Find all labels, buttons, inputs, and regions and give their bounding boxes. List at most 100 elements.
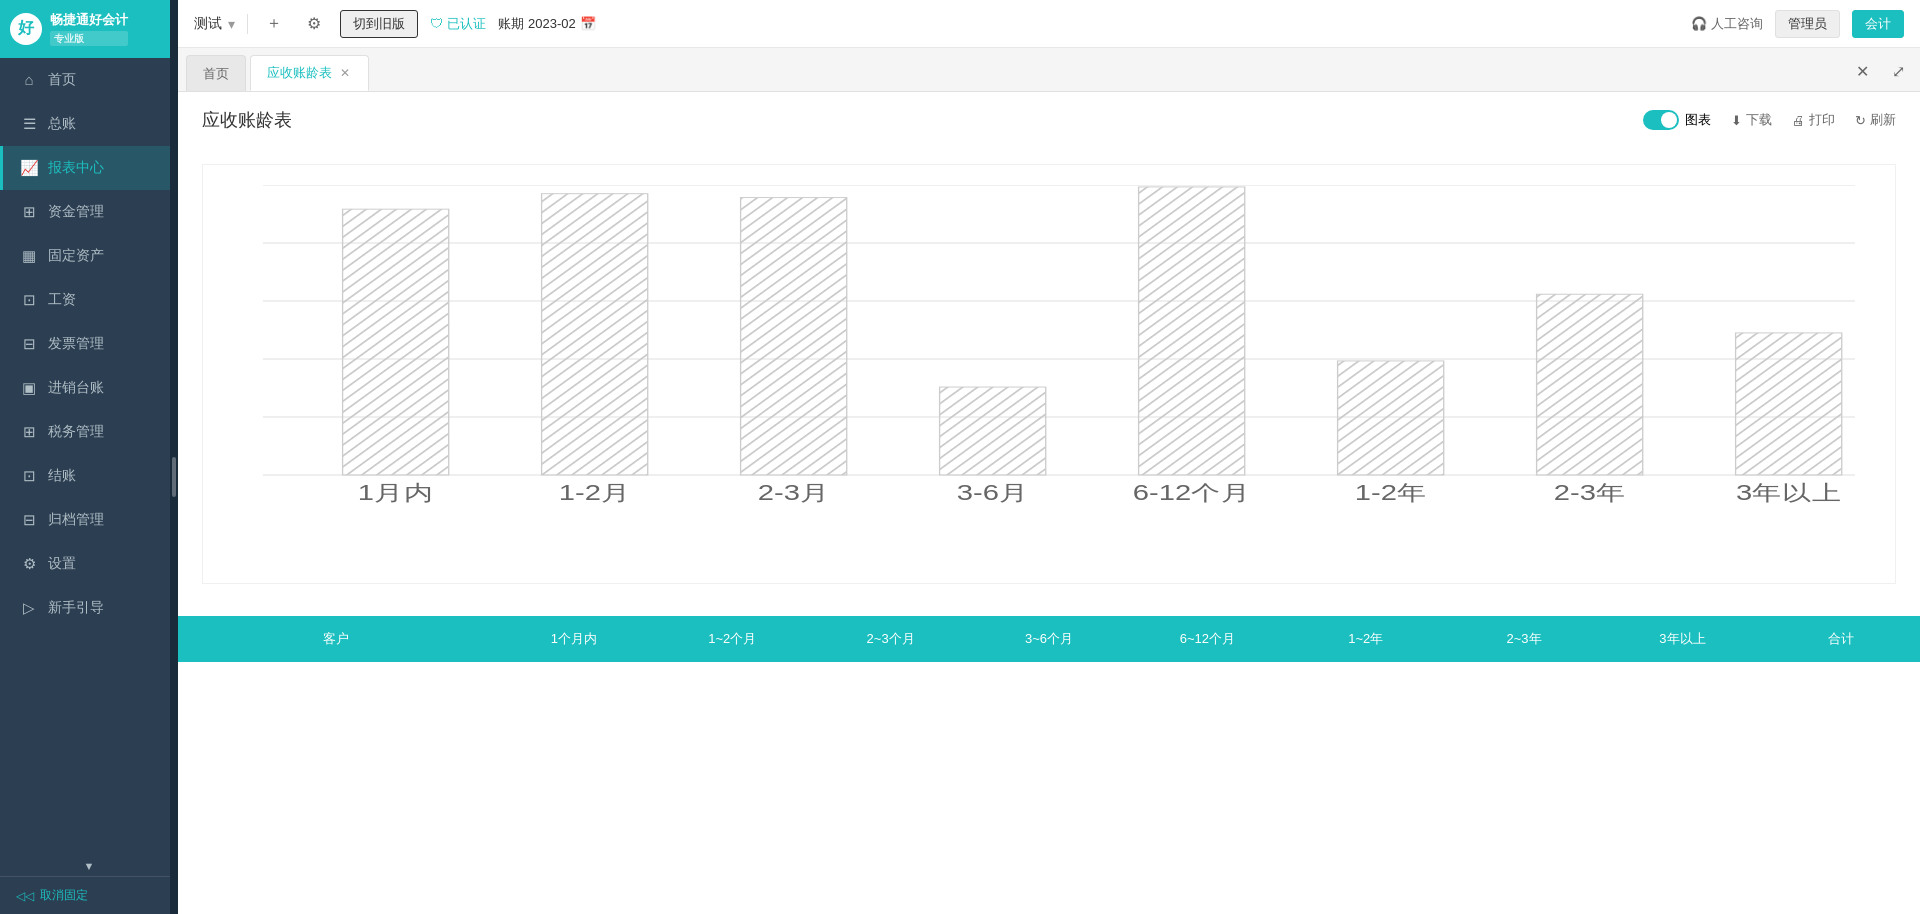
page-content: 应收账龄表 图表 ⬇ 下载 🖨 打印 [178, 92, 1920, 914]
sidebar-item-label: 结账 [48, 467, 76, 485]
sidebar-item-settings[interactable]: ⚙ 设置 [0, 542, 178, 586]
headset-icon: 🎧 [1691, 16, 1707, 31]
logo-name: 畅捷通好会计 [50, 12, 128, 29]
chevron-down-icon: ▾ [228, 16, 235, 32]
close-window-button[interactable]: ✕ [1848, 57, 1876, 85]
period-label: 账期 [498, 15, 524, 33]
toggle-label: 图表 [1685, 111, 1711, 129]
settings-icon: ⚙ [20, 555, 38, 573]
sidebar-item-label: 报表中心 [48, 159, 104, 177]
company-selector[interactable]: 测试 ▾ [194, 15, 235, 33]
print-icon: 🖨 [1792, 113, 1805, 128]
manager-button[interactable]: 管理员 [1775, 10, 1840, 38]
sidebar-item-checkout[interactable]: ⊡ 结账 [0, 454, 178, 498]
cancel-fixed-label: 取消固定 [40, 887, 88, 904]
sidebar-item-label: 税务管理 [48, 423, 104, 441]
sidebar-item-label: 固定资产 [48, 247, 104, 265]
table-header: 客户 1个月内 1~2个月 2~3个月 3~6个月 6~12个月 1~2年 2~… [178, 616, 1920, 662]
chart-area: 0 500 1000 1500 2000 2500 [178, 148, 1920, 608]
th-1month: 1个月内 [495, 616, 653, 662]
page-title: 应收账龄表 [202, 108, 292, 132]
tabbar-right: ✕ ⤢ [1848, 57, 1912, 91]
th-2-3month: 2~3个月 [811, 616, 969, 662]
tab-ar-aging[interactable]: 应收账龄表 ✕ [250, 55, 369, 91]
period-value: 2023-02 [528, 16, 576, 31]
sidebar-item-reports[interactable]: 📈 报表中心 [0, 146, 178, 190]
switch-version-button[interactable]: 切到旧版 [340, 10, 418, 38]
download-label: 下载 [1746, 111, 1772, 129]
main-area: 测试 ▾ ＋ ⚙ 切到旧版 🛡 已认证 账期 2023-02 📅 🎧 人工咨询 … [178, 0, 1920, 914]
sidebar-item-assets[interactable]: ▦ 固定资产 [0, 234, 178, 278]
sidebar-item-ledger[interactable]: ☰ 总账 [0, 102, 178, 146]
sidebar-item-label: 归档管理 [48, 511, 104, 529]
sidebar-item-inventory[interactable]: ▣ 进销台账 [0, 366, 178, 410]
print-button[interactable]: 🖨 打印 [1792, 111, 1835, 129]
service-button[interactable]: 🎧 人工咨询 [1691, 15, 1763, 33]
add-button[interactable]: ＋ [260, 10, 288, 38]
sidebar-item-guide[interactable]: ▷ 新手引导 [0, 586, 178, 630]
cancel-fixed-button[interactable]: ◁◁ 取消固定 [0, 876, 178, 914]
calendar-icon[interactable]: 📅 [580, 16, 596, 31]
guide-icon: ▷ [20, 599, 38, 617]
th-3-6month: 3~6个月 [970, 616, 1128, 662]
sidebar-item-capital[interactable]: ⊞ 资金管理 [0, 190, 178, 234]
sidebar-item-invoices[interactable]: ⊟ 发票管理 [0, 322, 178, 366]
bar-1 [343, 209, 449, 475]
ledger-icon: ☰ [20, 115, 38, 133]
tab-home[interactable]: 首页 [186, 55, 246, 91]
sidebar-item-tax[interactable]: ⊞ 税务管理 [0, 410, 178, 454]
sidebar-scrollbar[interactable] [170, 0, 178, 914]
th-2-3year: 2~3年 [1445, 616, 1603, 662]
svg-text:1-2月: 1-2月 [559, 481, 631, 504]
sidebar-item-label: 资金管理 [48, 203, 104, 221]
bar-5 [1139, 187, 1245, 475]
topbar-divider-1 [247, 14, 248, 34]
settings-gear-icon[interactable]: ⚙ [300, 10, 328, 38]
sidebar-item-label: 总账 [48, 115, 76, 133]
bar-8 [1736, 333, 1842, 475]
sidebar-item-label: 工资 [48, 291, 76, 309]
sidebar-item-home[interactable]: ⌂ 首页 [0, 58, 178, 102]
inventory-icon: ▣ [20, 379, 38, 397]
download-icon: ⬇ [1731, 113, 1742, 128]
th-1-2month: 1~2个月 [653, 616, 811, 662]
print-label: 打印 [1809, 111, 1835, 129]
th-3plus-year: 3年以上 [1603, 616, 1761, 662]
bar-7 [1537, 294, 1643, 475]
sidebar-item-label: 新手引导 [48, 599, 104, 617]
bar-6 [1338, 361, 1444, 475]
chart-toggle[interactable]: 图表 [1643, 110, 1711, 130]
archive-icon: ⊟ [20, 511, 38, 529]
company-name: 测试 [194, 15, 222, 33]
th-6-12month: 6~12个月 [1128, 616, 1286, 662]
bar-chart-svg: 0 500 1000 1500 2000 2500 [263, 185, 1855, 533]
tabbar: 首页 应收账龄表 ✕ ✕ ⤢ [178, 48, 1920, 92]
svg-text:3-6月: 3-6月 [957, 481, 1029, 504]
download-button[interactable]: ⬇ 下载 [1731, 111, 1772, 129]
refresh-label: 刷新 [1870, 111, 1896, 129]
service-label: 人工咨询 [1711, 15, 1763, 33]
sidebar-item-wages[interactable]: ⊡ 工资 [0, 278, 178, 322]
refresh-icon: ↻ [1855, 113, 1866, 128]
expand-button[interactable]: ⤢ [1884, 57, 1912, 85]
tab-home-label: 首页 [203, 65, 229, 83]
checkout-icon: ⊡ [20, 467, 38, 485]
svg-text:3年以上: 3年以上 [1736, 481, 1841, 504]
svg-text:1月内: 1月内 [358, 481, 434, 504]
sidebar-scroll-down-arrow: ▼ [0, 856, 178, 876]
th-customer: 客户 [178, 616, 495, 662]
toggle-track[interactable] [1643, 110, 1679, 130]
refresh-button[interactable]: ↻ 刷新 [1855, 111, 1896, 129]
sidebar-item-archive[interactable]: ⊟ 归档管理 [0, 498, 178, 542]
assets-icon: ▦ [20, 247, 38, 265]
page-actions: 图表 ⬇ 下载 🖨 打印 ↻ 刷新 [1643, 110, 1896, 130]
svg-text:1-2年: 1-2年 [1355, 481, 1427, 504]
accountant-button[interactable]: 会计 [1852, 10, 1904, 38]
chart-container: 0 500 1000 1500 2000 2500 [202, 164, 1896, 584]
reports-icon: 📈 [20, 159, 38, 177]
tab-close-icon[interactable]: ✕ [338, 65, 352, 81]
wages-icon: ⊡ [20, 291, 38, 309]
table-area: 客户 1个月内 1~2个月 2~3个月 3~6个月 6~12个月 1~2年 2~… [178, 616, 1920, 662]
topbar-right: 🎧 人工咨询 管理员 会计 [1691, 10, 1904, 38]
bar-3 [741, 198, 847, 475]
